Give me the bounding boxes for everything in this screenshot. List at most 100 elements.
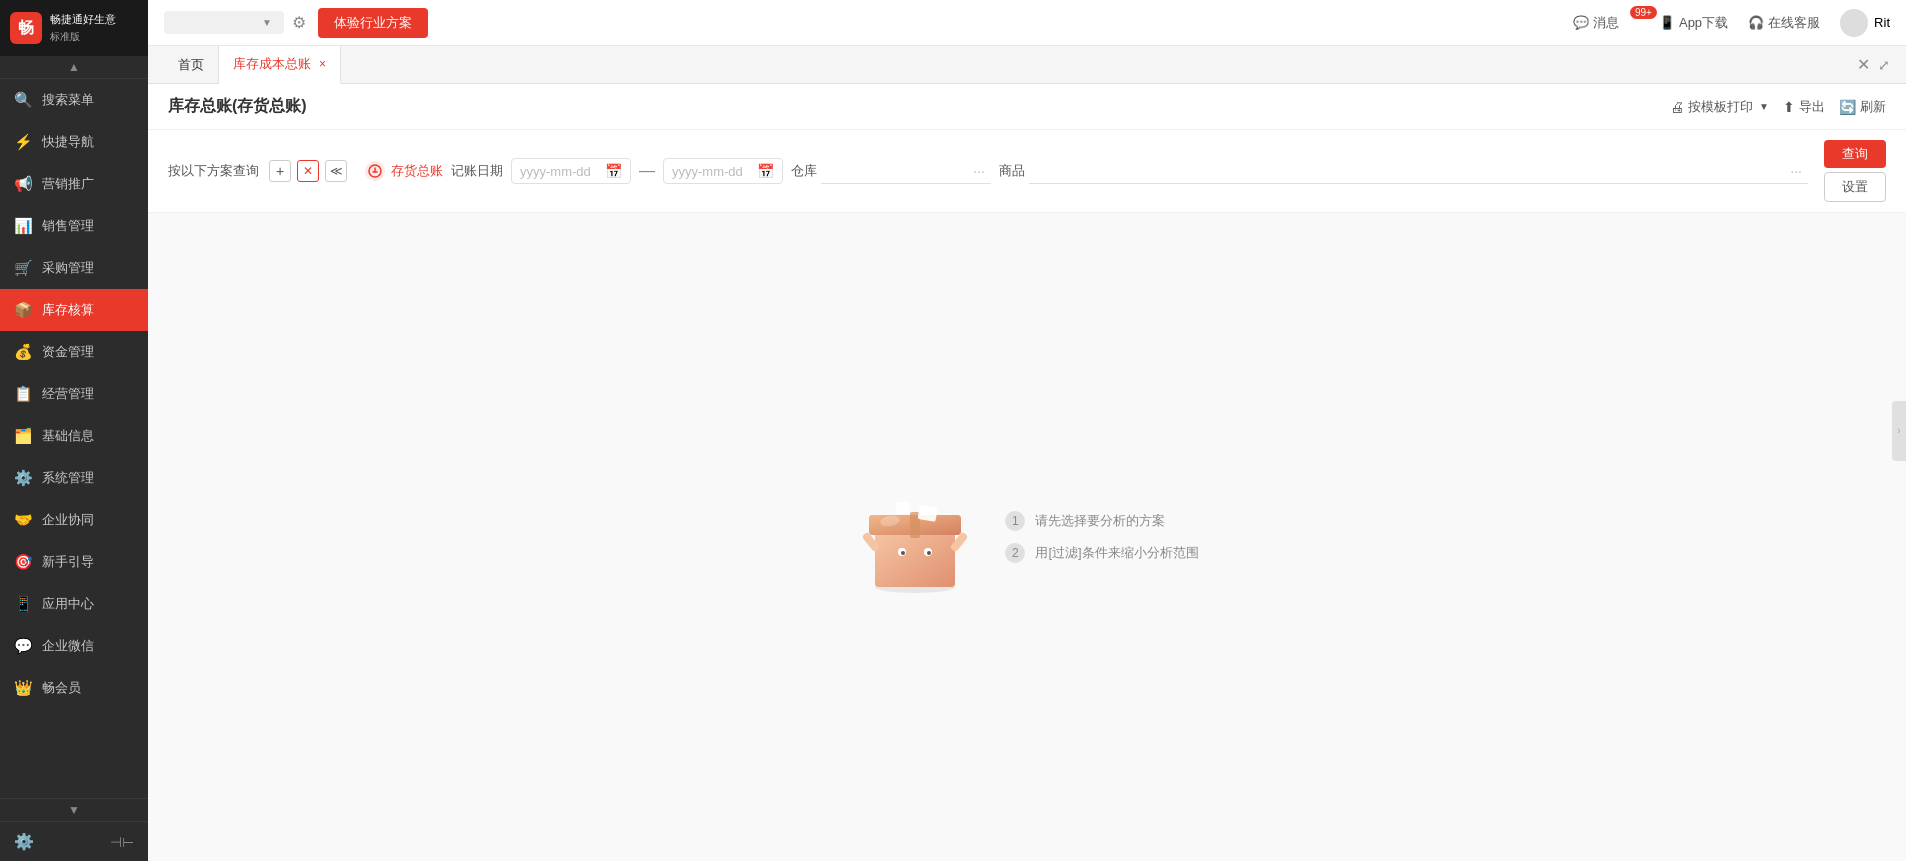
gear-icon: ⚙️ bbox=[14, 469, 32, 487]
product-field: 商品 ··· bbox=[999, 159, 1808, 184]
search-icon: 🔍 bbox=[14, 91, 32, 109]
sidebar-item-enterprise[interactable]: 🤝 企业协同 bbox=[0, 499, 148, 541]
empty-illustration bbox=[855, 477, 975, 597]
filter-controls: 按以下方案查询 + ✕ ≪ bbox=[168, 160, 347, 182]
app-download-button[interactable]: 📱 App下载 bbox=[1659, 14, 1728, 32]
export-icon: ⬆ bbox=[1783, 99, 1795, 115]
query-button[interactable]: 查询 bbox=[1824, 140, 1886, 168]
app-badge: 标准版 bbox=[50, 30, 116, 44]
svg-line-9 bbox=[955, 537, 963, 547]
svg-point-12 bbox=[901, 551, 905, 555]
date-range-field: 记账日期 yyyy-mm-dd 📅 — yyyy-mm-dd 📅 bbox=[451, 158, 783, 184]
sidebar: 畅 畅捷通好生意 标准版 ▲ 🔍 搜索菜单 ⚡ 快捷导航 📢 营销推广 📊 销售… bbox=[0, 0, 148, 861]
sidebar-item-label: 资金管理 bbox=[42, 343, 94, 361]
empty-tip-1: 1 请先选择要分析的方案 bbox=[1005, 511, 1198, 531]
user-name: Rit bbox=[1874, 15, 1890, 30]
settings-gear-icon[interactable]: ⚙ bbox=[292, 13, 306, 32]
tip-text-2: 用[过滤]条件来缩小分析范围 bbox=[1035, 544, 1198, 562]
empty-state: 1 请先选择要分析的方案 2 用[过滤]条件来缩小分析范围 bbox=[148, 213, 1906, 861]
message-button[interactable]: 💬 消息 99+ bbox=[1573, 14, 1639, 32]
filter-collapse-button[interactable]: ✕ bbox=[297, 160, 319, 182]
sidebar-item-sales[interactable]: 📊 销售管理 bbox=[0, 205, 148, 247]
tip-text-1: 请先选择要分析的方案 bbox=[1035, 512, 1165, 530]
filter-add-button[interactable]: + bbox=[269, 160, 291, 182]
sidebar-item-purchase[interactable]: 🛒 采购管理 bbox=[0, 247, 148, 289]
sidebar-item-label: 企业微信 bbox=[42, 637, 94, 655]
empty-state-inner: 1 请先选择要分析的方案 2 用[过滤]条件来缩小分析范围 bbox=[855, 477, 1198, 597]
empty-tips: 1 请先选择要分析的方案 2 用[过滤]条件来缩小分析范围 bbox=[1005, 511, 1198, 563]
sidebar-item-search[interactable]: 🔍 搜索菜单 bbox=[0, 79, 148, 121]
folder-icon: 🗂️ bbox=[14, 427, 32, 445]
chevron-down-icon: ▼ bbox=[262, 17, 272, 28]
handshake-icon: 🤝 bbox=[14, 511, 32, 529]
date-start-input[interactable]: yyyy-mm-dd 📅 bbox=[511, 158, 631, 184]
export-button[interactable]: ⬆ 导出 bbox=[1783, 98, 1825, 116]
sidebar-item-system[interactable]: ⚙️ 系统管理 bbox=[0, 457, 148, 499]
tab-close-icon[interactable]: × bbox=[319, 57, 326, 71]
sidebar-item-appstore[interactable]: 📱 应用中心 bbox=[0, 583, 148, 625]
refresh-icon: 🔄 bbox=[1839, 99, 1856, 115]
sidebar-item-label: 基础信息 bbox=[42, 427, 94, 445]
sidebar-item-finance[interactable]: 💰 资金管理 bbox=[0, 331, 148, 373]
warehouse-input[interactable]: ··· bbox=[821, 159, 991, 184]
sidebar-item-label: 采购管理 bbox=[42, 259, 94, 277]
topbar-selector[interactable]: ▼ bbox=[164, 11, 284, 34]
sidebar-item-member[interactable]: 👑 畅会员 bbox=[0, 667, 148, 709]
sidebar-scroll-up[interactable]: ▲ bbox=[0, 56, 148, 79]
close-tab-icon[interactable]: ✕ bbox=[1857, 55, 1870, 74]
audio-icon[interactable]: ⊣⊢ bbox=[110, 834, 134, 850]
filter-scheme[interactable]: 存货总账 bbox=[365, 161, 443, 181]
phone-download-icon: 📱 bbox=[1659, 15, 1675, 30]
message-icon: 💬 bbox=[1573, 15, 1589, 30]
right-panel-indicator[interactable]: › bbox=[1892, 401, 1906, 461]
sidebar-item-operations[interactable]: 📋 经营管理 bbox=[0, 373, 148, 415]
panel-indicator-icon: › bbox=[1897, 425, 1900, 436]
sidebar-item-newbie[interactable]: 🎯 新手引导 bbox=[0, 541, 148, 583]
lightning-icon: ⚡ bbox=[14, 133, 32, 151]
industry-button[interactable]: 体验行业方案 bbox=[318, 8, 428, 38]
sidebar-item-shortcut[interactable]: ⚡ 快捷导航 bbox=[0, 121, 148, 163]
print-button[interactable]: 🖨 按模板打印 ▼ bbox=[1670, 98, 1769, 116]
tab-home[interactable]: 首页 bbox=[164, 46, 219, 84]
phone-icon: 📱 bbox=[14, 595, 32, 613]
filter-arrow-button[interactable]: ≪ bbox=[325, 160, 347, 182]
svg-rect-15 bbox=[895, 501, 911, 515]
megaphone-icon: 📢 bbox=[14, 175, 32, 193]
product-input[interactable]: ··· bbox=[1029, 159, 1808, 184]
print-chevron-icon: ▼ bbox=[1759, 101, 1769, 112]
empty-tip-2: 2 用[过滤]条件来缩小分析范围 bbox=[1005, 543, 1198, 563]
sidebar-item-label: 新手引导 bbox=[42, 553, 94, 571]
expand-icon[interactable]: ⤢ bbox=[1878, 57, 1890, 73]
tabs-right-controls: ✕ ⤢ bbox=[1857, 55, 1890, 74]
app-name: 畅捷通好生意 bbox=[50, 12, 116, 27]
money-icon: 💰 bbox=[14, 343, 32, 361]
sidebar-item-basic[interactable]: 🗂️ 基础信息 bbox=[0, 415, 148, 457]
main-content: ▼ ⚙ 体验行业方案 💬 消息 99+ 📱 App下载 🎧 在线客服 Rit bbox=[148, 0, 1906, 861]
scheme-label: 存货总账 bbox=[391, 162, 443, 180]
print-icon: 🖨 bbox=[1670, 99, 1684, 115]
product-more-icon[interactable]: ··· bbox=[1790, 163, 1802, 179]
filter-label: 按以下方案查询 bbox=[168, 162, 259, 180]
page-title: 库存总账(存货总账) bbox=[168, 96, 307, 117]
sidebar-item-wechat[interactable]: 💬 企业微信 bbox=[0, 625, 148, 667]
sidebar-scroll-down[interactable]: ▼ bbox=[0, 798, 148, 821]
settings-icon[interactable]: ⚙️ bbox=[14, 832, 34, 851]
online-service-button[interactable]: 🎧 在线客服 bbox=[1748, 14, 1820, 32]
tab-inventory-ledger[interactable]: 库存成本总账 × bbox=[219, 46, 341, 84]
settings-button[interactable]: 设置 bbox=[1824, 172, 1886, 202]
product-label: 商品 bbox=[999, 162, 1025, 180]
topbar-left: ▼ ⚙ 体验行业方案 bbox=[164, 8, 1573, 38]
sidebar-item-label: 企业协同 bbox=[42, 511, 94, 529]
filter-bar: 按以下方案查询 + ✕ ≪ 存货总账 记账日期 yyyy-mm-dd 📅 — bbox=[148, 130, 1906, 213]
svg-rect-3 bbox=[875, 532, 955, 587]
sidebar-item-inventory[interactable]: 📦 库存核算 bbox=[0, 289, 148, 331]
user-info[interactable]: Rit bbox=[1840, 9, 1890, 37]
refresh-button[interactable]: 🔄 刷新 bbox=[1839, 98, 1886, 116]
tabs-bar: 首页 库存成本总账 × ✕ ⤢ bbox=[148, 46, 1906, 84]
tip-num-2: 2 bbox=[1005, 543, 1025, 563]
warehouse-more-icon[interactable]: ··· bbox=[973, 163, 985, 179]
date-end-input[interactable]: yyyy-mm-dd 📅 bbox=[663, 158, 783, 184]
box-illustration-svg bbox=[855, 477, 975, 597]
warehouse-field: 仓库 ··· bbox=[791, 159, 991, 184]
sidebar-item-marketing[interactable]: 📢 营销推广 bbox=[0, 163, 148, 205]
